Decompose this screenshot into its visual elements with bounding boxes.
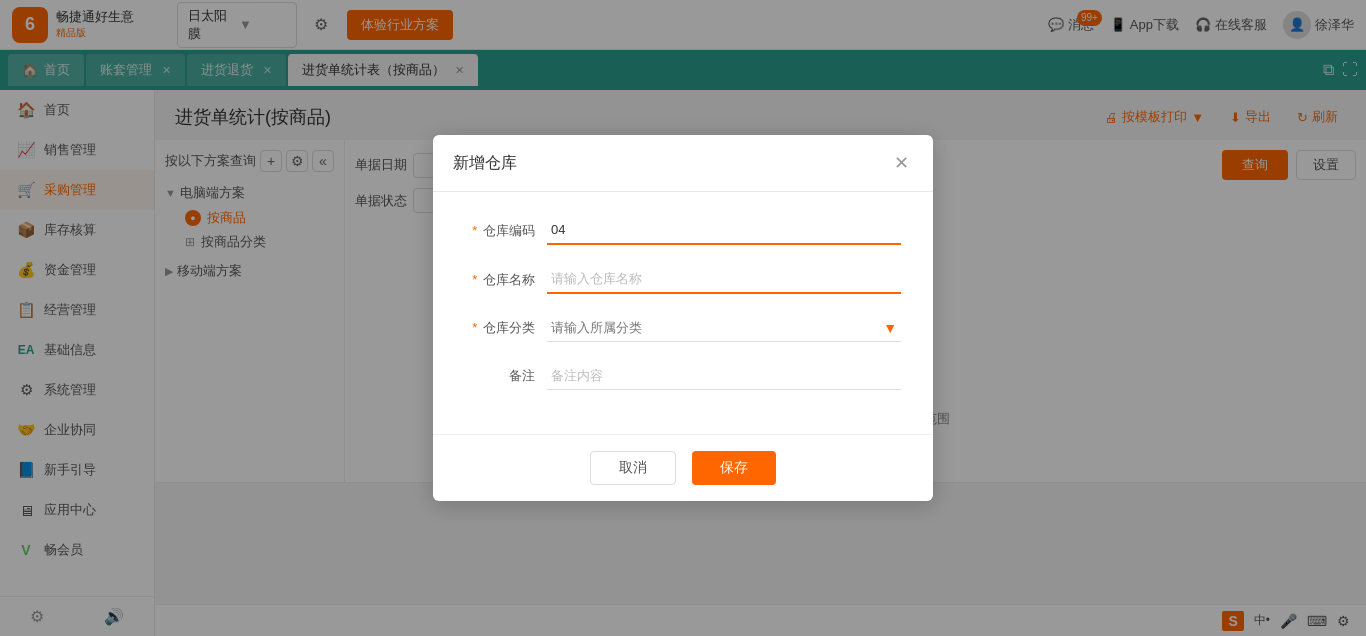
name-field-label: * 仓库名称 xyxy=(465,271,535,289)
name-required-star: * xyxy=(472,272,477,287)
warehouse-code-field: * 仓库编码 xyxy=(465,216,901,245)
new-warehouse-modal: 新增仓库 ✕ * 仓库编码 * 仓库名称 xyxy=(433,135,933,501)
modal-header: 新增仓库 ✕ xyxy=(433,135,933,192)
modal-close-button[interactable]: ✕ xyxy=(889,151,913,175)
save-button[interactable]: 保存 xyxy=(692,451,776,485)
category-field-label: * 仓库分类 xyxy=(465,319,535,337)
code-field-label: * 仓库编码 xyxy=(465,222,535,240)
note-input[interactable] xyxy=(547,362,901,390)
category-dropdown-arrow: ▼ xyxy=(883,320,897,336)
cancel-button[interactable]: 取消 xyxy=(590,451,676,485)
modal-overlay[interactable]: 新增仓库 ✕ * 仓库编码 * 仓库名称 xyxy=(0,0,1366,636)
warehouse-name-input[interactable] xyxy=(547,265,901,294)
modal-title: 新增仓库 xyxy=(453,153,517,174)
warehouse-code-input[interactable] xyxy=(547,216,901,245)
modal-body: * 仓库编码 * 仓库名称 * 仓库分类 xyxy=(433,192,933,434)
category-select-wrap: ▼ xyxy=(547,314,901,342)
note-field-label: * 备注 xyxy=(465,367,535,385)
warehouse-name-field: * 仓库名称 xyxy=(465,265,901,294)
code-required-star: * xyxy=(472,223,477,238)
category-input[interactable] xyxy=(547,314,901,342)
warehouse-note-field: * 备注 xyxy=(465,362,901,390)
modal-footer: 取消 保存 xyxy=(433,434,933,501)
category-required-star: * xyxy=(472,320,477,335)
warehouse-category-field: * 仓库分类 ▼ xyxy=(465,314,901,342)
